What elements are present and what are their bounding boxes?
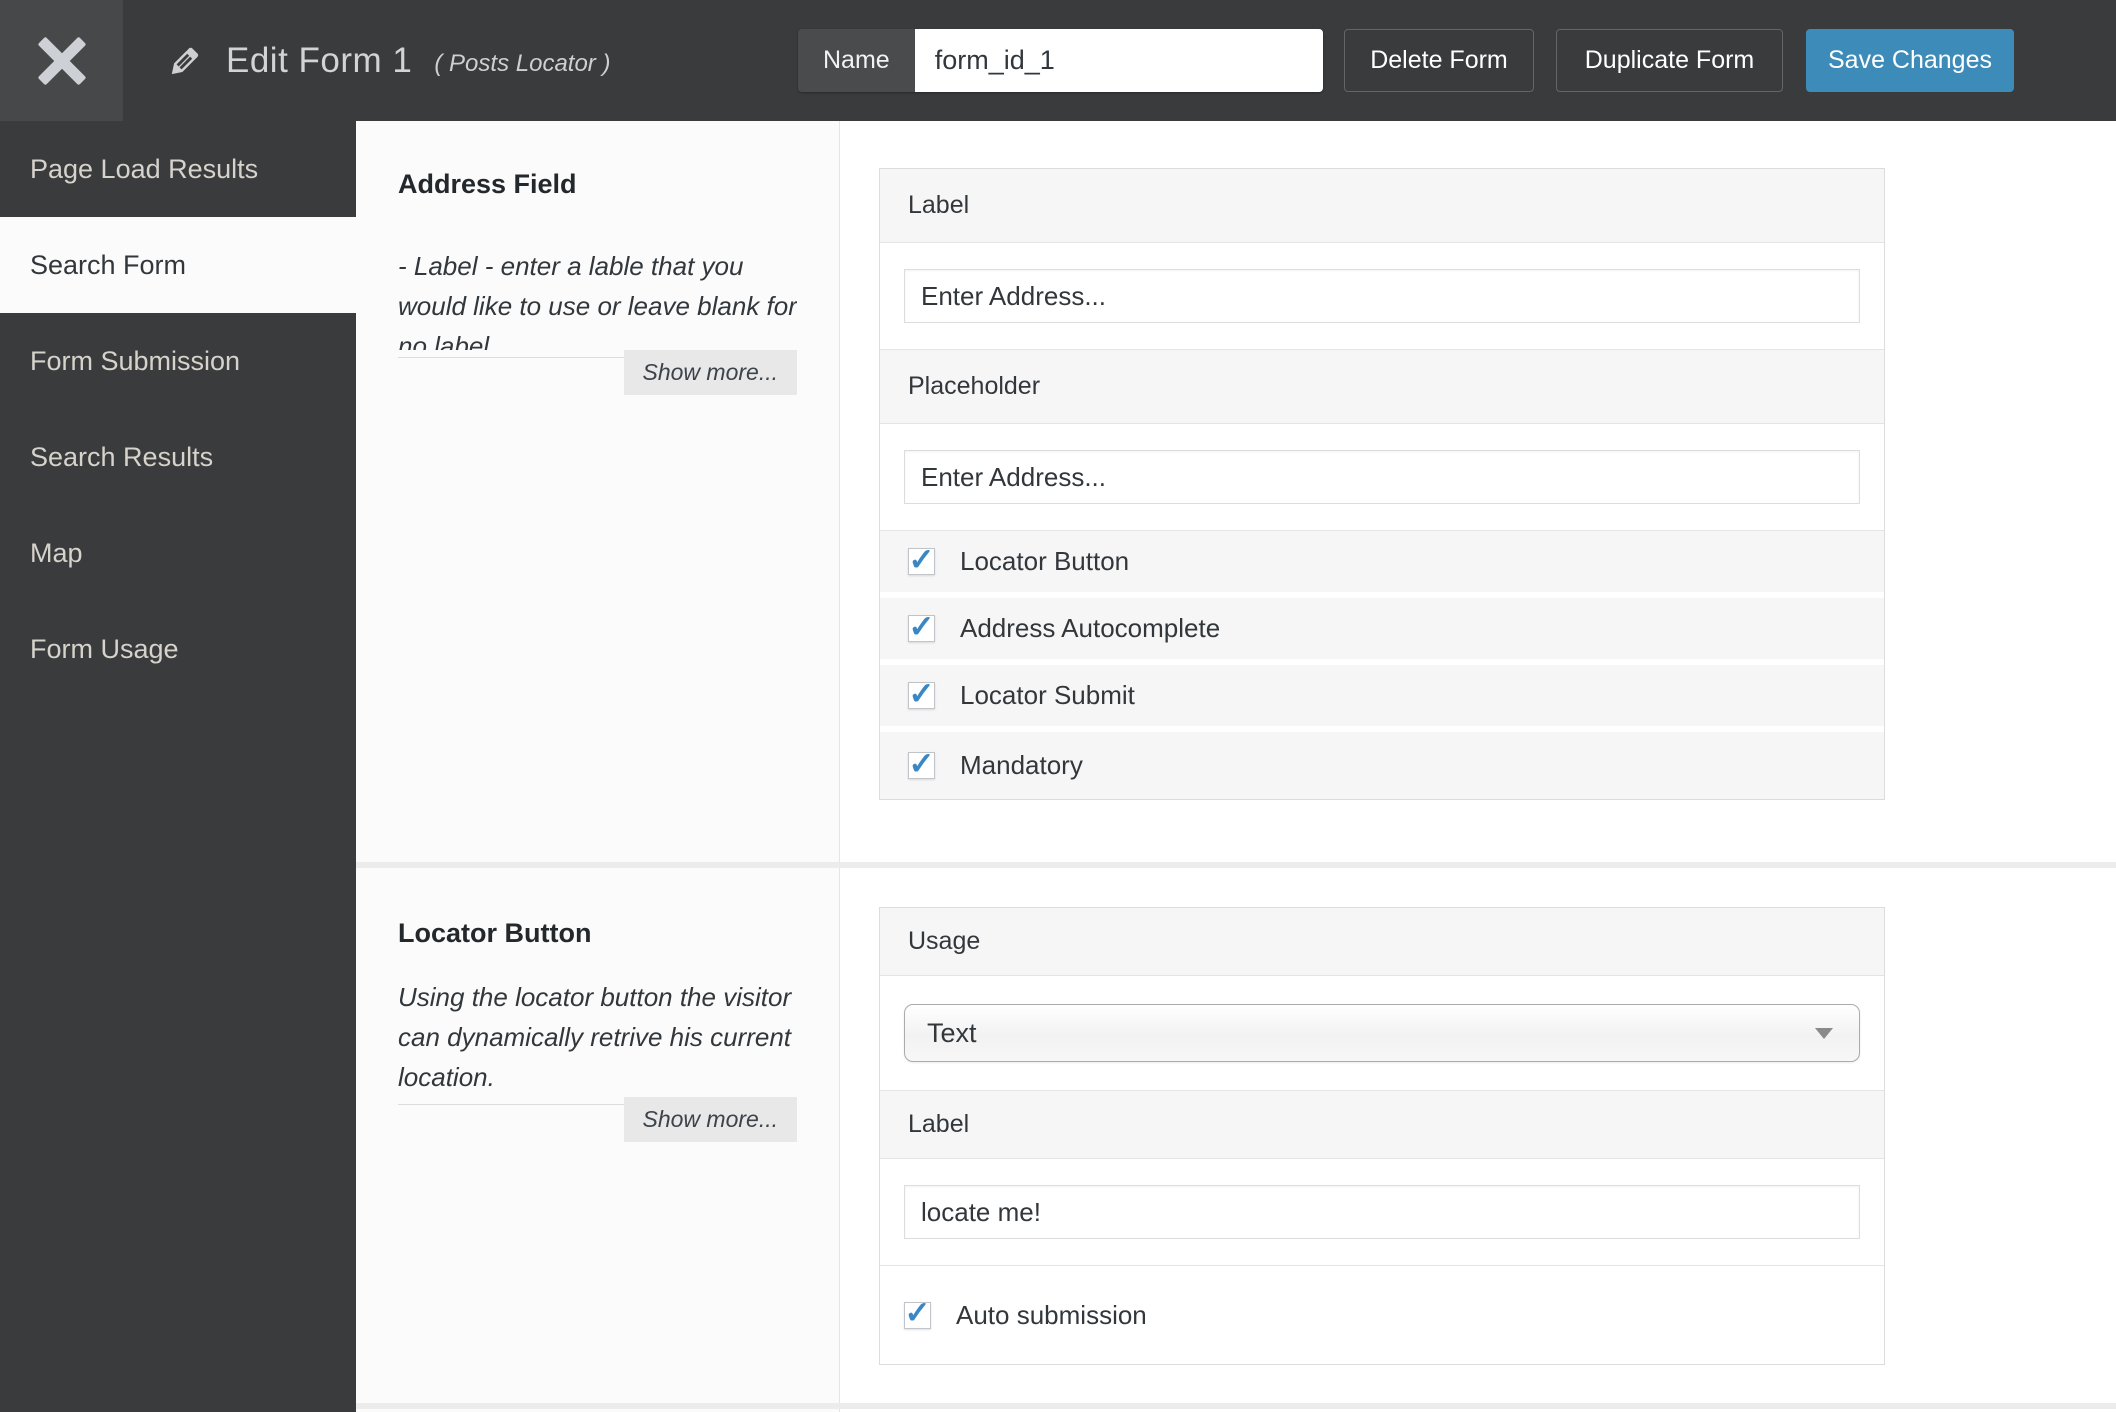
sidebar-item-search-form[interactable]: Search Form <box>0 217 356 313</box>
usage-select[interactable]: Text <box>904 1004 1860 1062</box>
usage-selected-value: Text <box>927 1017 977 1048</box>
address-autocomplete-checkbox[interactable]: ✓ <box>908 611 935 642</box>
form-editor-page: Edit Form 1 ( Posts Locator ) Name Delet… <box>0 0 2116 1412</box>
save-changes-button[interactable]: Save Changes <box>1806 29 2014 92</box>
locator-button-show-more-button[interactable]: Show more... <box>623 1097 797 1142</box>
auto-submission-checkbox-label[interactable]: Auto submission <box>956 1300 1147 1331</box>
label-input-row <box>880 243 1884 350</box>
main-content: Address Field - Label - enter a lable th… <box>356 121 2116 1412</box>
usage-header: Usage <box>908 927 981 955</box>
locator-label-header: Label <box>908 1110 970 1138</box>
sidebar-item-search-results[interactable]: Search Results <box>0 409 356 505</box>
label-header-row: Label <box>880 169 1884 243</box>
bottom-divider <box>356 1403 2116 1409</box>
truncation-rule <box>398 357 624 358</box>
address-field-panel: Label Placeholder ✓ Locator Button ✓ Add… <box>879 168 1885 800</box>
truncation-rule <box>398 1104 624 1105</box>
locator-submit-checkbox[interactable]: ✓ <box>908 678 935 709</box>
show-more-row: Show more... <box>398 1097 797 1142</box>
placeholder-header: Placeholder <box>908 372 1041 400</box>
close-icon <box>35 34 89 88</box>
sidebar-item-form-usage[interactable]: Form Usage <box>0 601 356 697</box>
check-icon: ✓ <box>908 608 935 644</box>
address-placeholder-input[interactable] <box>904 450 1860 504</box>
show-more-row: Show more... <box>398 350 797 395</box>
address-field-show-more-button[interactable]: Show more... <box>623 350 797 395</box>
locator-button-description: Using the locator button the visitor can… <box>398 982 792 1092</box>
placeholder-header-row: Placeholder <box>880 350 1884 424</box>
form-name-label: Name <box>798 29 915 92</box>
placeholder-input-row <box>880 424 1884 531</box>
mandatory-checkbox-label[interactable]: Mandatory <box>960 750 1083 781</box>
address-autocomplete-checkbox-row: ✓ Address Autocomplete <box>880 598 1884 665</box>
title-wrap: Edit Form 1 ( Posts Locator ) <box>166 0 610 121</box>
usage-select-row: Text <box>880 976 1884 1091</box>
topbar: Edit Form 1 ( Posts Locator ) Name Delet… <box>0 0 2116 121</box>
sidebar: Page Load Results Search Form Form Submi… <box>0 121 356 1412</box>
sidebar-item-page-load-results[interactable]: Page Load Results <box>0 121 356 217</box>
mandatory-checkbox[interactable]: ✓ <box>908 748 935 779</box>
delete-form-button[interactable]: Delete Form <box>1344 29 1534 92</box>
locator-button-checkbox-label[interactable]: Locator Button <box>960 546 1129 577</box>
edit-pencil-icon <box>166 42 204 80</box>
check-icon: ✓ <box>908 675 935 711</box>
form-name-input[interactable] <box>914 29 1323 92</box>
sidebar-item-form-submission[interactable]: Form Submission <box>0 313 356 409</box>
label-header: Label <box>908 191 970 219</box>
check-icon: ✓ <box>908 541 935 577</box>
sidebar-item-map[interactable]: Map <box>0 505 356 601</box>
locator-button-checkbox-row: ✓ Locator Button <box>880 531 1884 598</box>
auto-submission-checkbox[interactable]: ✓ <box>904 1297 931 1329</box>
locator-button-checkbox[interactable]: ✓ <box>908 544 935 575</box>
locator-button-description-block: Locator Button Using the locator button … <box>356 918 840 1142</box>
usage-header-row: Usage <box>880 908 1884 976</box>
address-autocomplete-checkbox-label[interactable]: Address Autocomplete <box>960 613 1220 644</box>
locator-submit-checkbox-row: ✓ Locator Submit <box>880 665 1884 732</box>
locator-submit-checkbox-label[interactable]: Locator Submit <box>960 680 1135 711</box>
locator-label-input-row <box>880 1159 1884 1266</box>
address-field-description-block: Address Field - Label - enter a lable th… <box>356 169 840 395</box>
address-label-input[interactable] <box>904 269 1860 323</box>
page-subtitle: ( Posts Locator ) <box>434 49 611 77</box>
locator-button-heading: Locator Button <box>398 918 592 948</box>
address-field-description: - Label - enter a lable that you would l… <box>398 251 797 350</box>
locator-label-header-row: Label <box>880 1091 1884 1159</box>
close-button[interactable] <box>0 0 123 121</box>
check-icon: ✓ <box>904 1295 931 1330</box>
auto-submission-checkbox-row: ✓ Auto submission <box>880 1266 1884 1364</box>
check-icon: ✓ <box>908 745 935 781</box>
page-title: Edit Form 1 <box>226 40 413 80</box>
locator-label-input[interactable] <box>904 1185 1860 1239</box>
locator-button-panel: Usage Text Label ✓ Auto submission <box>879 907 1885 1365</box>
duplicate-form-button[interactable]: Duplicate Form <box>1556 29 1783 92</box>
address-field-heading: Address Field <box>398 169 577 199</box>
section-divider <box>356 862 2116 868</box>
form-name-group: Name <box>798 29 1323 92</box>
mandatory-checkbox-row: ✓ Mandatory <box>880 732 1884 799</box>
chevron-down-icon <box>1815 1028 1833 1039</box>
